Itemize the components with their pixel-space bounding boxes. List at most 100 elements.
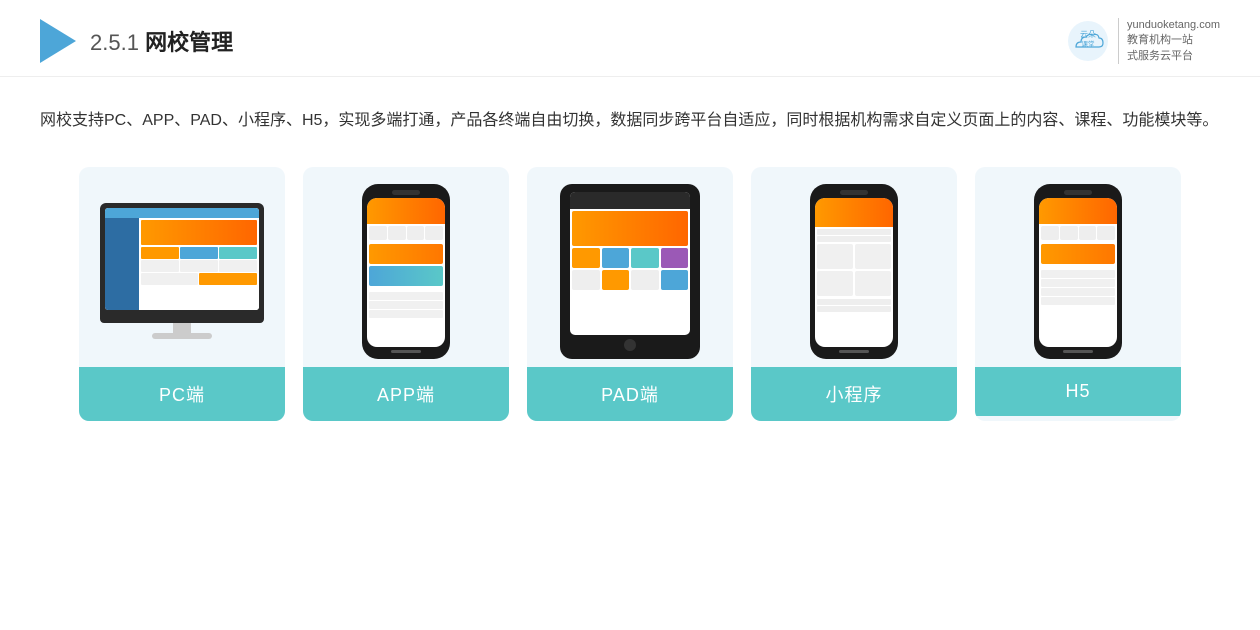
card-app: APP端 bbox=[303, 167, 509, 421]
h5-list-item bbox=[1041, 288, 1115, 296]
screen-block bbox=[219, 260, 257, 272]
grid-item bbox=[407, 226, 425, 240]
mini-screen-content bbox=[815, 198, 893, 347]
h5-screen-content bbox=[1039, 198, 1117, 347]
mini-card bbox=[817, 244, 853, 269]
phone-home-bar-h5 bbox=[1063, 350, 1093, 353]
monitor-bottom-bar bbox=[100, 315, 264, 323]
h5-sub-banner bbox=[1041, 244, 1115, 264]
grid-item bbox=[369, 226, 387, 240]
list-item bbox=[369, 301, 443, 309]
page-title: 2.5.1 网校管理 bbox=[90, 25, 233, 57]
cards-container: PC端 bbox=[0, 147, 1260, 451]
phone-screen bbox=[367, 198, 445, 347]
screen-block bbox=[141, 247, 179, 259]
screen-block bbox=[219, 247, 257, 259]
mini-card-grid bbox=[817, 244, 891, 296]
h5-list-item bbox=[1041, 279, 1115, 287]
phone-home-bar-mini bbox=[839, 350, 869, 353]
phone-mockup-app bbox=[362, 184, 450, 359]
h5-grid-item bbox=[1060, 226, 1078, 240]
tablet-home-button bbox=[624, 339, 636, 351]
mini-content bbox=[815, 227, 893, 315]
tablet-grid-cell bbox=[661, 270, 689, 290]
h5-grid-item bbox=[1079, 226, 1097, 240]
mini-top-banner bbox=[815, 198, 893, 228]
h5-grid bbox=[1039, 224, 1117, 242]
page: 2.5.1 网校管理 云朵 课堂 yunduoketang.com 教育机构一站… bbox=[0, 0, 1260, 630]
card-pc: PC端 bbox=[79, 167, 285, 421]
h5-header bbox=[1039, 198, 1117, 225]
brand-tagline2: 式服务云平台 bbox=[1127, 49, 1220, 64]
pc-screen-content bbox=[105, 208, 259, 310]
card-h5-label: H5 bbox=[975, 367, 1181, 416]
section-number: 2.5.1 bbox=[90, 30, 139, 55]
phone-grid bbox=[367, 224, 445, 242]
card-h5-image bbox=[975, 167, 1181, 367]
phone-sub-banner bbox=[369, 244, 443, 264]
card-pad-label: PAD端 bbox=[527, 367, 733, 421]
header-left: 2.5.1 网校管理 bbox=[40, 19, 233, 63]
screen-banner bbox=[141, 220, 257, 245]
mini-card bbox=[855, 271, 891, 296]
brand-logo-icon: 云朵 课堂 bbox=[1066, 19, 1110, 63]
header: 2.5.1 网校管理 云朵 课堂 yunduoketang.com 教育机构一站… bbox=[0, 0, 1260, 77]
phone-sub-banner-2 bbox=[369, 266, 443, 286]
phone-notch-h5 bbox=[1064, 190, 1092, 195]
tablet-grid-cell bbox=[572, 270, 600, 290]
description-text: 网校支持PC、APP、PAD、小程序、H5，实现多端打通，产品各终端自由切换，数… bbox=[0, 77, 1260, 147]
phone-header bbox=[367, 198, 445, 225]
list-item bbox=[369, 310, 443, 318]
screen-block bbox=[141, 260, 179, 272]
mini-row bbox=[817, 229, 891, 235]
screen-row-3 bbox=[141, 273, 257, 285]
grid-item bbox=[388, 226, 406, 240]
monitor-screen-inner bbox=[105, 208, 259, 310]
tablet-grid-cell bbox=[631, 248, 659, 268]
tablet-screen bbox=[570, 192, 690, 335]
monitor-mockup bbox=[97, 203, 267, 339]
phone-home-bar bbox=[391, 350, 421, 353]
grid-item bbox=[425, 226, 443, 240]
tablet-body bbox=[570, 209, 690, 294]
monitor-neck bbox=[173, 323, 191, 333]
list-item bbox=[369, 292, 443, 300]
tablet-grid-cell bbox=[572, 248, 600, 268]
tablet-grid-cell bbox=[602, 248, 630, 268]
card-app-label: APP端 bbox=[303, 367, 509, 421]
h5-list bbox=[1039, 268, 1117, 308]
card-mini-label: 小程序 bbox=[751, 367, 957, 421]
screen-main-content bbox=[139, 218, 259, 310]
mini-card bbox=[817, 271, 853, 296]
screen-sidebar bbox=[105, 218, 139, 310]
description-paragraph: 网校支持PC、APP、PAD、小程序、H5，实现多端打通，产品各终端自由切换，数… bbox=[40, 105, 1220, 137]
screen-block bbox=[180, 260, 218, 272]
screen-block bbox=[141, 273, 199, 285]
h5-list-item bbox=[1041, 297, 1115, 305]
tablet-grid-cell bbox=[602, 270, 630, 290]
phone-notch-mini bbox=[840, 190, 868, 195]
tablet-grid-cell bbox=[631, 270, 659, 290]
tablet-grid bbox=[572, 248, 688, 290]
screen-row-2 bbox=[141, 260, 257, 272]
h5-list-item bbox=[1041, 270, 1115, 278]
brand-url: yunduoketang.com bbox=[1127, 18, 1220, 33]
brand-logo: 云朵 课堂 yunduoketang.com 教育机构一站 式服务云平台 bbox=[1066, 18, 1220, 64]
screen-row-1 bbox=[141, 247, 257, 259]
phone-screen-mini bbox=[815, 198, 893, 347]
tablet-mockup bbox=[560, 184, 700, 359]
tablet-top-bar bbox=[570, 192, 690, 209]
monitor-screen-outer bbox=[100, 203, 264, 315]
phone-list bbox=[367, 290, 445, 321]
card-pad: PAD端 bbox=[527, 167, 733, 421]
h5-grid-item bbox=[1041, 226, 1059, 240]
mini-row bbox=[817, 299, 891, 305]
logo-triangle-icon bbox=[40, 19, 76, 63]
card-pc-label: PC端 bbox=[79, 367, 285, 421]
tablet-grid-cell bbox=[661, 248, 689, 268]
screen-block bbox=[180, 247, 218, 259]
screen-header-bar bbox=[105, 208, 259, 218]
card-h5: H5 bbox=[975, 167, 1181, 421]
brand-text: yunduoketang.com 教育机构一站 式服务云平台 bbox=[1118, 18, 1220, 64]
mini-row bbox=[817, 306, 891, 312]
